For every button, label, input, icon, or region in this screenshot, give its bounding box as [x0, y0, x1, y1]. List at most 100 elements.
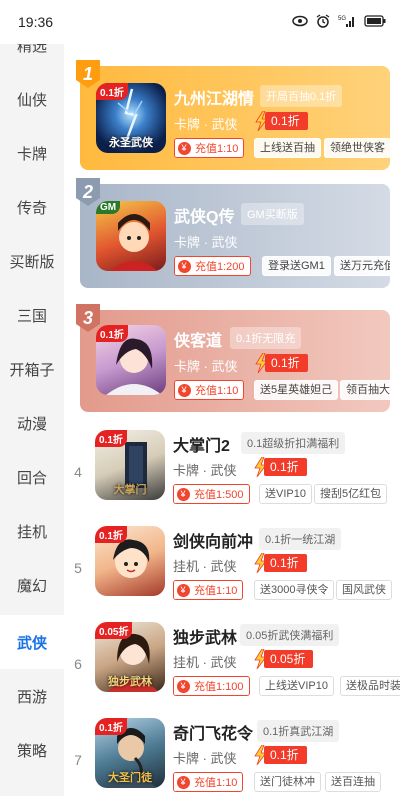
game-row[interactable]: 4 0.1折 大掌门 大掌门2 0.1超级折扣满福利 卡牌 · 武侠 0.1折 …	[64, 428, 400, 524]
perk-clip: 送极品时装	[340, 676, 400, 696]
game-category: 卡牌 · 武侠	[174, 235, 238, 250]
discount-badge: 0.1折	[254, 111, 308, 131]
game-icon[interactable]: 0.1折	[95, 526, 165, 596]
sidebar-item-fantasy[interactable]: 魔幻	[0, 558, 64, 612]
game-icon[interactable]: 0.1折 大掌门	[95, 430, 165, 500]
sidebar-item-buyout[interactable]: 买断版	[0, 234, 64, 288]
yuan-icon: ¥	[175, 257, 193, 275]
game-card[interactable]: 2 GM 武侠Q传 GM买断版 卡牌 · 武侠 ¥ 充值1:200 登录送GM1…	[76, 178, 390, 288]
game-list[interactable]: 1 0.1折 永圣武侠 九州江湖情 开局百抽0.1折 卡牌 · 武侠 0.1折 …	[64, 44, 400, 796]
game-title[interactable]: 侠客道	[174, 327, 222, 351]
game-title[interactable]: 九州江湖情	[174, 85, 254, 109]
discount-badge: 0.05折	[253, 649, 314, 669]
perk-tag: 送极品时装	[340, 676, 400, 696]
sidebar-item-strategy[interactable]: 策略	[0, 723, 64, 777]
perk-tag: 送万元充值	[334, 256, 390, 276]
perk-tag: 国风武侠	[336, 580, 392, 600]
recharge-ratio: ¥ 充值1:10	[174, 138, 245, 158]
game-row[interactable]: 7 0.1折 大圣门徒 奇门飞花令 0.1折真武江湖 卡牌 · 武侠 0.1折 …	[64, 716, 400, 796]
battery-icon	[364, 14, 386, 30]
perk-tag: 送VIP10	[259, 484, 312, 504]
discount-badge: 0.1折	[253, 457, 307, 477]
discount-badge: 0.1折	[253, 553, 307, 573]
yuan-icon: ¥	[174, 773, 192, 791]
yuan-icon: ¥	[174, 677, 192, 695]
game-title[interactable]: 武侠Q传	[174, 203, 234, 227]
game-row[interactable]: 6 0.05折 独步武林 独步武林 0.05折武侠满福利 挂机 · 武侠 0.0…	[64, 620, 400, 716]
perk-tag: 送百连抽	[325, 772, 381, 792]
game-icon[interactable]: GM	[96, 201, 166, 271]
game-icon[interactable]: 0.1折 永圣武侠	[96, 83, 166, 153]
alarm-icon	[316, 13, 330, 31]
game-title[interactable]: 大掌门2	[173, 432, 230, 456]
category-sidebar[interactable]: 精选 仙侠 卡牌 传奇 买断版 三国 开箱子 动漫 回合 挂机 魔幻 武侠 西游…	[0, 44, 64, 796]
status-icons: 5G	[292, 13, 386, 31]
perk-tag: 上线送百抽	[254, 138, 321, 158]
yuan-icon: ¥	[175, 139, 193, 157]
signal-label: 5G	[338, 16, 346, 22]
promo-tag: 开局百抽0.1折	[260, 85, 343, 107]
perk-tag: 送5星英雄妲己	[254, 380, 339, 400]
sidebar-item-xianxia[interactable]: 仙侠	[0, 72, 64, 126]
recharge-ratio: ¥ 充值1:100	[173, 676, 250, 696]
yuan-icon: ¥	[175, 381, 193, 399]
game-title[interactable]: 独步武林	[173, 624, 237, 648]
recharge-ratio: ¥ 充值1:10	[173, 772, 244, 792]
game-card[interactable]: 1 0.1折 永圣武侠 九州江湖情 开局百抽0.1折 卡牌 · 武侠 0.1折 …	[76, 60, 391, 170]
game-icon[interactable]: 0.1折 大圣门徒	[95, 718, 165, 788]
promo-tag: 0.05折武侠满福利	[240, 624, 340, 646]
game-icon[interactable]: 0.05折 独步武林	[95, 622, 165, 692]
signal-icon: 5G	[338, 14, 356, 31]
perk-clip: 送万元充值	[334, 256, 390, 276]
rank-number: 5	[74, 560, 82, 576]
game-title[interactable]: 剑侠向前冲	[173, 528, 253, 552]
game-row[interactable]: 5 0.1折 剑侠向前冲 0.1折一统江湖 挂机 · 武侠 0.1折 ¥ 充值1…	[64, 524, 400, 620]
recharge-ratio: ¥ 充值1:500	[173, 484, 250, 504]
eye-icon	[292, 14, 308, 30]
rank-number: 4	[74, 464, 82, 480]
sidebar-item-three-kingdoms[interactable]: 三国	[0, 288, 64, 342]
perk-tag: 领绝世侠客	[324, 138, 391, 158]
promo-tag: 0.1折无限充	[230, 327, 302, 349]
perk-tag: 领百抽大礼	[340, 380, 390, 400]
recharge-ratio: ¥ 充值1:10	[173, 580, 244, 600]
rank-number: 7	[74, 752, 82, 768]
perk-tag: 送门徒林冲	[254, 772, 321, 792]
game-icon[interactable]: 0.1折	[96, 325, 166, 395]
game-title[interactable]: 奇门飞花令	[173, 720, 253, 744]
promo-tag: 0.1折真武江湖	[257, 720, 340, 742]
yuan-icon: ¥	[174, 485, 192, 503]
game-category: 卡牌 · 武侠	[173, 463, 237, 478]
sidebar-item-journey-west[interactable]: 西游	[0, 669, 64, 723]
sidebar-item-idle[interactable]: 挂机	[0, 504, 64, 558]
recharge-ratio: ¥ 充值1:200	[174, 256, 251, 276]
perk-tag: 上线送VIP10	[259, 676, 334, 696]
status-time: 19:36	[18, 14, 54, 30]
game-category: 卡牌 · 武侠	[174, 359, 238, 374]
discount-badge: 0.1折	[254, 353, 308, 373]
promo-tag: 0.1超级折扣满福利	[241, 432, 346, 454]
rank-number: 6	[74, 656, 82, 672]
perk-clip: 领百抽大礼	[340, 380, 390, 400]
sidebar-item-anime[interactable]: 动漫	[0, 396, 64, 450]
sidebar-item-card[interactable]: 卡牌	[0, 126, 64, 180]
sidebar-item-featured[interactable]: 精选	[0, 44, 64, 68]
promo-tag: 0.1折一统江湖	[259, 528, 342, 550]
sidebar-item-lootbox[interactable]: 开箱子	[0, 342, 64, 396]
sidebar-item-turn-based[interactable]: 回合	[0, 450, 64, 504]
status-bar: 19:36 5G	[0, 0, 400, 44]
yuan-icon: ¥	[174, 581, 192, 599]
perk-tag: 搜刮5亿红包	[314, 484, 388, 504]
sidebar-item-legend[interactable]: 传奇	[0, 180, 64, 234]
discount-badge: 0.1折	[253, 745, 307, 765]
game-category: 卡牌 · 武侠	[173, 751, 237, 766]
game-card[interactable]: 3 0.1折 侠客道 0.1折无限充 卡牌 · 武侠 0.1折 ¥ 充值1:10…	[76, 304, 390, 412]
recharge-ratio: ¥ 充值1:10	[174, 380, 245, 400]
sidebar-item-wuxia[interactable]: 武侠	[0, 615, 64, 669]
perk-tag: 登录送GM1	[262, 256, 331, 276]
promo-tag: GM买断版	[241, 203, 304, 225]
game-category: 挂机 · 武侠	[173, 655, 237, 670]
game-category: 挂机 · 武侠	[173, 559, 237, 574]
game-category: 卡牌 · 武侠	[174, 117, 238, 132]
perk-tag: 送3000寻侠令	[254, 580, 335, 600]
